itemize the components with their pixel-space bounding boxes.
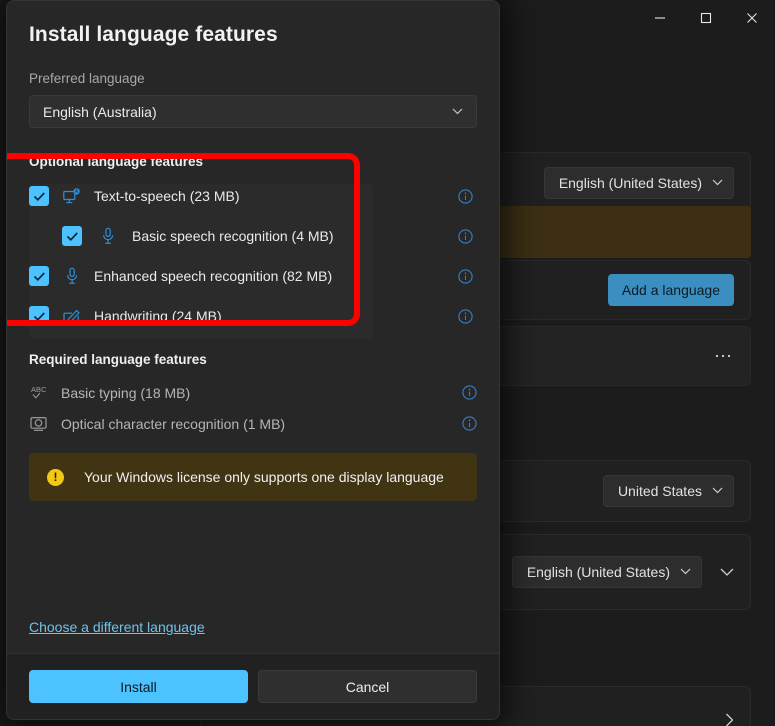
optional-features-heading: Optional language features: [29, 154, 204, 169]
chevron-right-icon: [725, 713, 734, 726]
warning-exclamation-icon: !: [47, 468, 64, 486]
feature-label: Text-to-speech (23 MB): [94, 188, 240, 204]
dialog-title: Install language features: [29, 23, 278, 46]
license-warning-banner: ! Your Windows license only supports one…: [29, 453, 477, 501]
chevron-down-icon: [712, 178, 723, 189]
close-button[interactable]: [729, 0, 775, 36]
install-language-features-dialog: Install language features Preferred lang…: [6, 0, 500, 720]
preferred-language-combobox[interactable]: English (Australia): [29, 95, 477, 128]
feature-row-basic-speech-recognition[interactable]: Basic speech recognition (4 MB): [29, 216, 477, 256]
maximize-button[interactable]: [683, 0, 729, 36]
regional-format-value: English (United States): [526, 564, 670, 580]
svg-text:ABC: ABC: [31, 385, 47, 394]
expand-chevron-down-icon[interactable]: [720, 565, 734, 580]
dialog-footer: Install Cancel: [7, 653, 499, 719]
handwriting-pen-icon: [61, 306, 83, 326]
display-language-value: English (United States): [558, 175, 702, 191]
text-to-speech-icon: A: [61, 186, 83, 206]
info-icon[interactable]: [457, 308, 473, 324]
required-feature-label: Basic typing (18 MB): [61, 384, 191, 401]
chevron-down-icon: [452, 106, 463, 118]
dialog-body: Install language features Preferred lang…: [7, 1, 499, 653]
checkbox-handwriting[interactable]: [29, 306, 49, 326]
country-region-value: United States: [617, 483, 702, 499]
preferred-language-value: English (Australia): [43, 103, 157, 120]
feature-row-text-to-speech[interactable]: A Text-to-speech (23 MB): [29, 176, 477, 216]
country-region-combobox[interactable]: United States: [602, 475, 734, 507]
preferred-language-label: Preferred language: [29, 71, 145, 86]
required-row-basic-typing: ABC Basic typing (18 MB): [29, 377, 477, 408]
info-icon[interactable]: [461, 385, 477, 401]
required-features-heading: Required language features: [29, 352, 207, 367]
abc-check-icon: ABC: [29, 383, 49, 403]
checkbox-basic-speech-recognition[interactable]: [62, 226, 82, 246]
optional-features-list: A Text-to-speech (23 MB) Basic speech re…: [29, 176, 477, 336]
cancel-button[interactable]: Cancel: [258, 670, 477, 703]
more-options-button[interactable]: ⋯: [714, 347, 734, 365]
optical-character-recognition-icon: [29, 414, 49, 434]
microphone-icon: [61, 266, 83, 286]
chevron-down-icon: [680, 567, 691, 578]
display-language-combobox[interactable]: English (United States): [543, 167, 734, 199]
required-feature-label: Optical character recognition (1 MB): [61, 415, 286, 432]
feature-row-enhanced-speech-recognition[interactable]: Enhanced speech recognition (82 MB): [29, 256, 477, 296]
minimize-button[interactable]: [637, 0, 683, 36]
microphone-icon: [97, 226, 119, 246]
info-icon[interactable]: [457, 228, 473, 244]
license-warning-text: Your Windows license only supports one d…: [84, 469, 444, 485]
info-icon[interactable]: [461, 416, 477, 432]
info-icon[interactable]: [457, 268, 473, 284]
info-icon[interactable]: [457, 188, 473, 204]
required-row-optical-character-recognition: Optical character recognition (1 MB): [29, 408, 477, 439]
choose-different-language-link[interactable]: Choose a different language: [29, 619, 205, 635]
regional-format-combobox[interactable]: English (United States): [511, 556, 702, 588]
feature-row-handwriting[interactable]: Handwriting (24 MB): [29, 296, 477, 336]
required-features-list: ABC Basic typing (18 MB) Optical charact…: [29, 377, 477, 439]
chevron-down-icon: [712, 486, 723, 497]
install-button[interactable]: Install: [29, 670, 248, 703]
checkbox-text-to-speech[interactable]: [29, 186, 49, 206]
feature-label: Handwriting (24 MB): [94, 308, 222, 324]
checkbox-enhanced-speech-recognition[interactable]: [29, 266, 49, 286]
feature-label: Enhanced speech recognition (82 MB): [94, 268, 333, 284]
add-a-language-button[interactable]: Add a language: [607, 274, 734, 306]
screen: ion ge English (United States) Add a lan…: [0, 0, 775, 726]
feature-label: Basic speech recognition (4 MB): [132, 228, 334, 244]
